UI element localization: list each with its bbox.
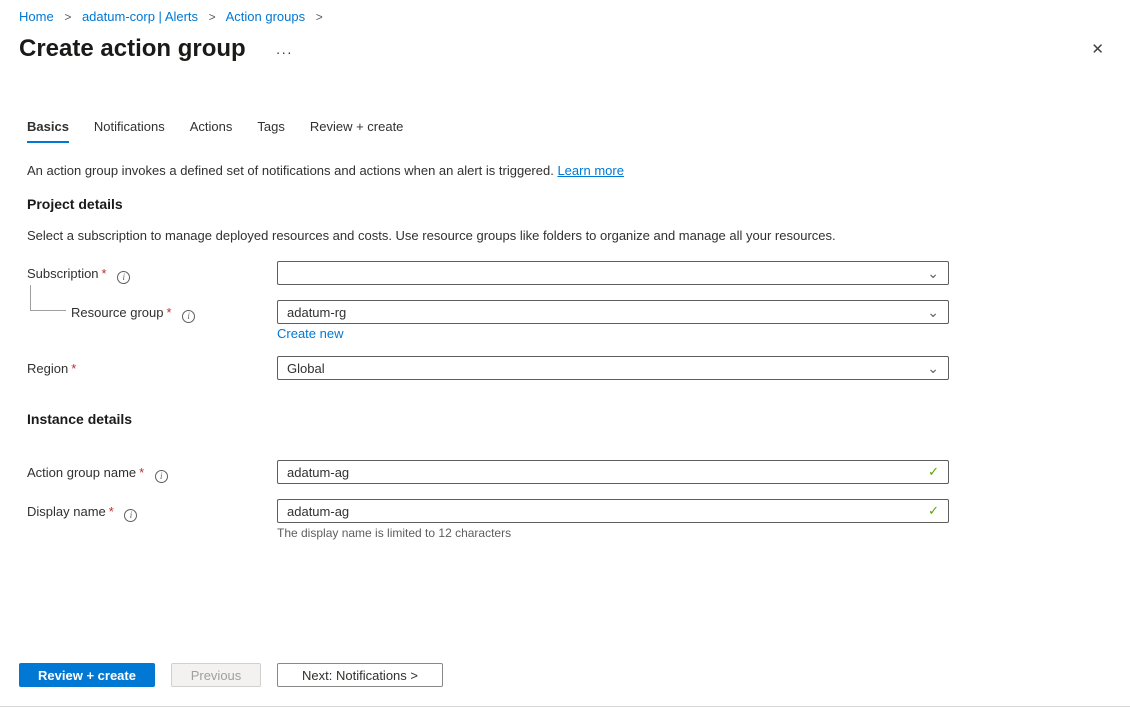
close-icon[interactable]: ✕ — [1091, 42, 1104, 57]
action-group-name-label-text: Action group name — [27, 465, 137, 480]
breadcrumb-alerts[interactable]: adatum-corp | Alerts — [82, 9, 198, 24]
required-asterisk: * — [166, 305, 172, 320]
action-group-name-row: Action group name* i ✓ — [27, 460, 949, 484]
create-action-group-blade: Home > adatum-corp | Alerts > Action gro… — [0, 0, 1130, 707]
tab-notifications[interactable]: Notifications — [94, 119, 165, 143]
create-new-link[interactable]: Create new — [277, 326, 343, 341]
region-row: Region * Global ⌄ — [27, 356, 949, 380]
breadcrumb-separator: > — [315, 10, 323, 24]
action-group-name-input[interactable] — [287, 461, 929, 483]
previous-button[interactable]: Previous — [171, 663, 261, 687]
page-title: Create action group — [19, 35, 246, 62]
region-value: Global — [287, 360, 325, 376]
instance-details-heading: Instance details — [27, 411, 133, 427]
resource-group-dropdown[interactable]: adatum-rg ⌄ — [277, 300, 949, 324]
region-dropdown[interactable]: Global ⌄ — [277, 356, 949, 380]
chevron-down-icon: ⌄ — [927, 264, 939, 281]
valid-check-icon: ✓ — [928, 464, 939, 479]
required-asterisk: * — [71, 361, 77, 376]
subscription-dropdown[interactable]: ⌄ — [277, 261, 949, 285]
required-asterisk: * — [101, 266, 107, 281]
breadcrumb: Home > adatum-corp | Alerts > Action gro… — [19, 9, 330, 24]
display-name-row: Display name* i ✓ — [27, 499, 949, 523]
info-icon[interactable]: i — [182, 309, 196, 323]
info-icon[interactable]: i — [154, 469, 168, 483]
chevron-down-icon: ⌄ — [927, 303, 939, 320]
info-icon[interactable]: i — [124, 508, 138, 522]
breadcrumb-action-groups[interactable]: Action groups — [226, 9, 306, 24]
resource-group-label-text: Resource group — [71, 305, 164, 320]
region-label-text: Region — [27, 361, 69, 376]
region-label: Region * — [27, 361, 76, 376]
action-group-name-field: ✓ — [277, 460, 949, 484]
project-details-description: Select a subscription to manage deployed… — [27, 228, 836, 243]
breadcrumb-home[interactable]: Home — [19, 9, 54, 24]
resource-group-value: adatum-rg — [287, 304, 347, 320]
display-name-helper-text: The display name is limited to 12 charac… — [277, 526, 512, 540]
footer-actions: Review + create Previous Next: Notificat… — [19, 663, 443, 687]
display-name-input[interactable] — [287, 500, 929, 522]
tab-actions[interactable]: Actions — [190, 119, 233, 143]
tab-basics[interactable]: Basics — [27, 119, 69, 143]
action-group-name-label: Action group name * i — [27, 465, 168, 483]
valid-check-icon: ✓ — [928, 503, 939, 518]
more-options-icon[interactable]: ··· — [276, 44, 293, 60]
chevron-down-icon: ⌄ — [927, 359, 939, 376]
tab-bar: Basics Notifications Actions Tags Review… — [27, 119, 403, 143]
subscription-row: Subscription * i ⌄ — [27, 261, 949, 285]
project-details-heading: Project details — [27, 196, 123, 212]
breadcrumb-separator: > — [64, 10, 72, 24]
learn-more-link[interactable]: Learn more — [557, 163, 623, 178]
resource-group-label: Resource group * i — [71, 305, 196, 323]
tab-tags[interactable]: Tags — [257, 119, 284, 143]
display-name-label-text: Display name — [27, 504, 106, 519]
subscription-label-text: Subscription — [27, 266, 99, 281]
info-icon[interactable]: i — [117, 270, 131, 284]
tab-review-create[interactable]: Review + create — [310, 119, 404, 143]
subscription-label: Subscription * i — [27, 266, 131, 284]
display-name-field: ✓ — [277, 499, 949, 523]
next-notifications-button[interactable]: Next: Notifications > — [277, 663, 443, 687]
required-asterisk: * — [139, 465, 145, 480]
resource-group-row: Resource group * i adatum-rg ⌄ — [27, 300, 949, 324]
breadcrumb-separator: > — [208, 10, 216, 24]
display-name-label: Display name * i — [27, 504, 138, 522]
intro-text: An action group invokes a defined set of… — [27, 163, 554, 178]
review-create-button[interactable]: Review + create — [19, 663, 155, 687]
intro: An action group invokes a defined set of… — [27, 163, 624, 178]
title-bar: Create action group ··· ✕ — [19, 33, 1104, 65]
required-asterisk: * — [108, 504, 114, 519]
